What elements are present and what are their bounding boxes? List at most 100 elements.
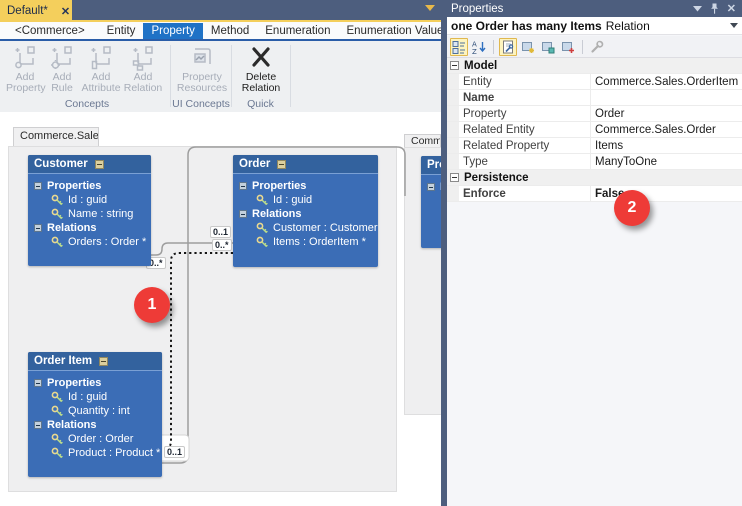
property-pages-button[interactable] <box>499 38 517 56</box>
object-selector-combobox[interactable]: one Order has many Items Relation <box>447 17 742 35</box>
property-value[interactable]: ManyToOne <box>590 154 742 169</box>
ribbon-tab-enumeration[interactable]: Enumeration <box>257 23 338 39</box>
property-value[interactable]: Commerce.Sales.Order <box>590 122 742 137</box>
collapse-section-icon[interactable] <box>34 182 42 190</box>
collapse-entity-icon[interactable] <box>95 160 104 169</box>
document-tab-bar: Default* ✕ <box>0 0 441 22</box>
entity-section-properties[interactable]: Properties <box>233 179 378 193</box>
ribbon-context-menu[interactable]: <Commerce> <box>7 23 93 39</box>
key-icon <box>256 222 269 235</box>
properties-title-bar[interactable]: Properties ✕ <box>447 0 742 17</box>
window-position-dropdown-icon[interactable] <box>693 6 702 12</box>
key-icon <box>51 194 64 207</box>
entity-member[interactable]: Id : guid <box>28 193 151 207</box>
entity-section-properties[interactable]: P <box>421 180 441 194</box>
toolbar-separator <box>493 40 494 54</box>
entity-member[interactable]: Order : Order <box>28 432 162 446</box>
key-icon <box>51 433 64 446</box>
toolbox-remove-icon <box>561 40 575 54</box>
toolbox-view-icon <box>541 40 555 54</box>
property-row-type[interactable]: Type ManyToOne <box>447 154 742 170</box>
property-row-property[interactable]: Property Order <box>447 106 742 122</box>
entity-customer[interactable]: Customer Properties Id : guid Name : str… <box>28 155 151 266</box>
key-icon <box>51 405 64 418</box>
add-property-icon <box>13 45 37 71</box>
document-tab-default[interactable]: Default* ✕ <box>0 0 72 22</box>
entity-member[interactable]: Orders : Order * <box>28 235 151 249</box>
entity-member[interactable]: Customer : Customer <box>233 221 378 235</box>
collapse-section-icon[interactable] <box>34 379 42 387</box>
collapse-section-icon[interactable] <box>427 183 435 191</box>
callout-1-badge: 1 <box>134 287 170 323</box>
properties-title: Properties <box>451 3 503 15</box>
collapse-section-icon[interactable] <box>239 210 247 218</box>
entity-member[interactable]: Quantity : int <box>28 404 162 418</box>
wrench-icon <box>590 40 604 54</box>
ribbon-tab-enumeration-value[interactable]: Enumeration Value <box>338 23 451 39</box>
selected-object-type: Relation <box>606 19 650 33</box>
entity-member[interactable]: Name : string <box>28 207 151 221</box>
entity-member[interactable]: Items : OrderItem * <box>233 235 378 249</box>
collapse-section-icon[interactable] <box>239 182 247 190</box>
advanced-properties-button[interactable] <box>588 38 606 56</box>
property-value[interactable] <box>590 90 742 105</box>
ribbon-tab-entity[interactable]: Entity <box>99 23 144 39</box>
close-tab-icon[interactable]: ✕ <box>61 5 70 18</box>
entity-member[interactable]: Product : Product * <box>28 446 162 460</box>
property-row-enforce[interactable]: Enforce False <box>447 186 742 202</box>
entity-order-item[interactable]: Order Item Properties Id : guid Quantity… <box>28 352 162 477</box>
entity-title-bar: Order Item <box>28 352 162 371</box>
collapse-entity-icon[interactable] <box>277 160 286 169</box>
alphabetical-sort-button[interactable]: AZ <box>470 38 488 56</box>
close-panel-icon[interactable]: ✕ <box>727 2 736 15</box>
property-row-related-property[interactable]: Related Property Items <box>447 138 742 154</box>
properties-toolbar: AZ <box>447 36 742 58</box>
diagram-canvas[interactable]: Comme Commerce.Sales 0..1 0..* 0..* 0..1… <box>0 112 441 506</box>
entity-member[interactable]: Id : guid <box>28 390 162 404</box>
property-row-entity[interactable]: Entity Commerce.Sales.OrderItem <box>447 74 742 90</box>
entity-order[interactable]: Order Properties Id : guid Relations <box>233 155 378 267</box>
key-icon <box>51 208 64 221</box>
sort-alphabetical-icon: AZ <box>472 40 486 54</box>
ribbon-tab-method[interactable]: Method <box>203 23 257 39</box>
ribbon-tab-property[interactable]: Property <box>143 23 202 39</box>
property-value[interactable]: Commerce.Sales.OrderItem <box>590 74 742 89</box>
document-list-dropdown-icon[interactable] <box>425 5 435 11</box>
property-value[interactable]: Order <box>590 106 742 121</box>
categorized-view-button[interactable] <box>450 38 468 56</box>
key-gear-icon <box>51 447 64 460</box>
key-gear-icon <box>256 236 269 249</box>
entity-section-relations[interactable]: Relations <box>233 207 378 221</box>
key-icon <box>51 391 64 404</box>
collapse-category-icon[interactable] <box>450 61 459 70</box>
modeler-tool-button-1[interactable] <box>519 38 537 56</box>
entity-section-relations[interactable]: Relations <box>28 418 162 432</box>
category-row-persistence[interactable]: Persistence <box>447 170 742 186</box>
combobox-dropdown-icon[interactable] <box>730 23 738 28</box>
entity-title-bar: Order <box>233 155 378 174</box>
ribbon-group-ui-concepts: UI Concepts <box>171 98 231 110</box>
ribbon-group-quick-access: Quick Access <box>231 98 290 110</box>
modeler-tool-button-2[interactable] <box>539 38 557 56</box>
ribbon: Add Property Add Rule Add Attribute <box>0 41 441 113</box>
relation-connector-order-items-selected[interactable] <box>163 253 233 449</box>
collapse-section-icon[interactable] <box>34 421 42 429</box>
categorized-icon <box>452 40 466 54</box>
category-row-model[interactable]: Model <box>447 58 742 74</box>
collapse-category-icon[interactable] <box>450 173 459 182</box>
entity-member[interactable]: Id : guid <box>233 193 378 207</box>
property-row-name[interactable]: Name <box>447 90 742 106</box>
modeler-tool-button-3[interactable] <box>559 38 577 56</box>
entity-product-clipped[interactable]: Pro P <box>421 156 441 248</box>
entity-section-properties[interactable]: Properties <box>28 179 151 193</box>
property-value[interactable]: False <box>590 186 742 201</box>
multiplicity-label: 0..* <box>212 239 232 251</box>
key-gear-icon <box>51 236 64 249</box>
property-value[interactable]: Items <box>590 138 742 153</box>
collapse-section-icon[interactable] <box>34 224 42 232</box>
collapse-entity-icon[interactable] <box>99 357 108 366</box>
property-row-related-entity[interactable]: Related Entity Commerce.Sales.Order <box>447 122 742 138</box>
entity-section-properties[interactable]: Properties <box>28 376 162 390</box>
entity-section-relations[interactable]: Relations <box>28 221 151 235</box>
pin-window-icon[interactable] <box>710 3 719 15</box>
